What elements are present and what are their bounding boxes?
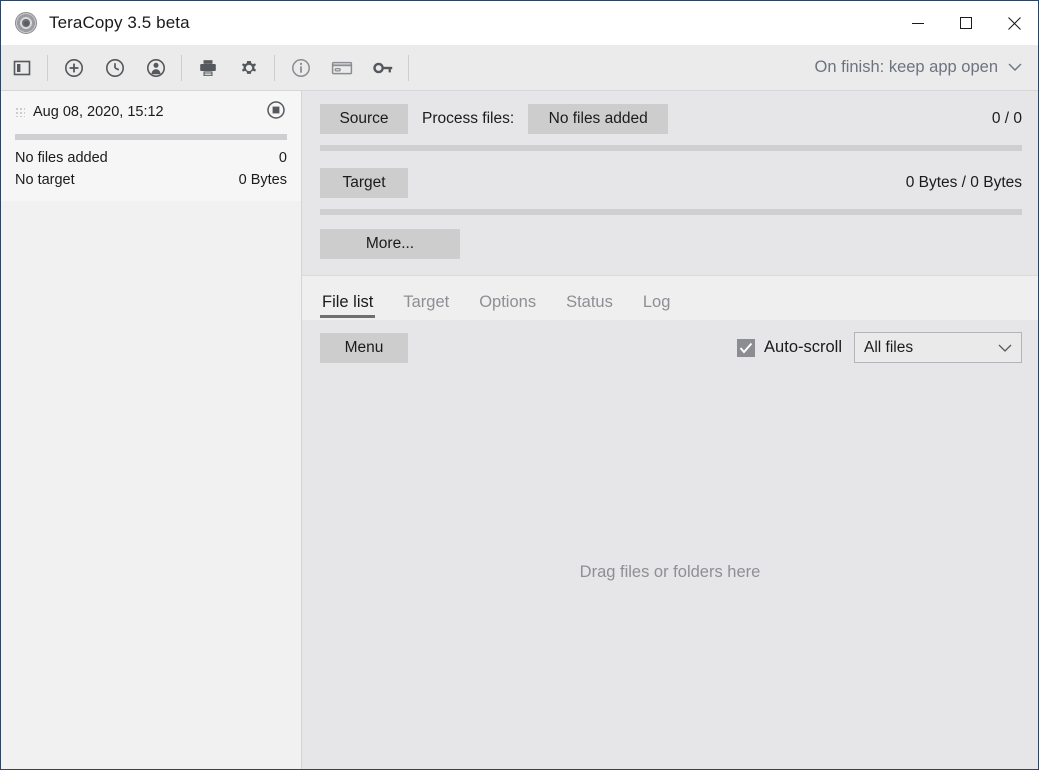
stop-icon [266,100,286,125]
source-button[interactable]: Source [320,104,408,134]
job-progress-bar [15,134,287,140]
target-row: Target 0 Bytes / 0 Bytes [320,167,1022,199]
key-icon [371,57,395,79]
job-target-label: No target [15,172,75,188]
source-progress-bar [320,145,1022,151]
tab-bar: File list Target Options Status Log [302,275,1038,320]
title-bar-left: TeraCopy 3.5 beta [1,12,190,34]
drop-area[interactable]: Drag files or folders here [302,375,1038,769]
key-button[interactable] [362,45,403,90]
file-list-toolbar: Menu Auto-scroll All files [302,320,1038,375]
file-filter-select[interactable]: All files [854,332,1022,363]
close-button[interactable] [990,1,1038,45]
tab-status[interactable]: Status [564,293,615,320]
body-split: Aug 08, 2020, 15:12 No files added 0 No … [1,91,1038,769]
add-files-button[interactable] [53,45,94,90]
job-date: Aug 08, 2020, 15:12 [33,104,164,120]
chevron-down-icon [998,343,1012,352]
check-icon [739,342,753,354]
title-bar: TeraCopy 3.5 beta [1,1,1038,45]
user-button[interactable] [135,45,176,90]
toolbar-separator [47,54,48,81]
app-window: TeraCopy 3.5 beta On finish: keep app op… [0,0,1039,770]
toolbar-group-view [1,45,53,90]
tab-options[interactable]: Options [477,293,538,320]
drag-handle-icon[interactable] [15,107,25,117]
window-title: TeraCopy 3.5 beta [49,13,190,32]
job-files-value: 0 [278,150,287,166]
tab-target[interactable]: Target [401,293,451,320]
job-header: Aug 08, 2020, 15:12 [15,100,287,124]
minimize-button[interactable] [894,1,942,45]
sidebar: Aug 08, 2020, 15:12 No files added 0 No … [1,91,302,769]
on-finish-label: On finish: keep app open [814,58,998,76]
add-files-icon [63,57,85,79]
main-panel: Source Process files: No files added 0 /… [302,91,1038,769]
history-button[interactable] [94,45,135,90]
settings-gear-icon [238,57,260,79]
toolbar-separator [408,54,409,81]
autoscroll-label: Auto-scroll [764,338,842,356]
job-target-row: No target 0 Bytes [15,169,287,191]
transfer-header: Source Process files: No files added 0 /… [302,91,1038,215]
toolbar: On finish: keep app open [1,45,1038,91]
file-filter-value: All files [864,338,914,356]
toolbar-group-tools [187,45,280,90]
drop-area-text: Drag files or folders here [579,562,761,581]
source-row: Source Process files: No files added 0 /… [320,103,1022,135]
more-button[interactable]: More... [320,229,460,259]
autoscroll-checkbox[interactable]: Auto-scroll [737,338,842,357]
target-size-value: 0 Bytes / 0 Bytes [905,174,1022,191]
settings-button[interactable] [228,45,269,90]
print-button[interactable] [187,45,228,90]
panel-toggle-icon [12,58,32,78]
user-icon [145,57,167,79]
maximize-button[interactable] [942,1,990,45]
job-list-item[interactable]: Aug 08, 2020, 15:12 No files added 0 No … [1,91,301,201]
disc-icon [15,12,37,34]
toolbar-group-actions [53,45,187,90]
chevron-down-icon [1008,58,1022,77]
menu-button[interactable]: Menu [320,332,408,363]
process-files-label: Process files: [422,110,515,127]
license-card-icon [330,57,354,79]
target-button[interactable]: Target [320,168,408,198]
job-files-row: No files added 0 [15,147,287,169]
files-added-button[interactable]: No files added [528,104,669,134]
on-finish-dropdown[interactable]: On finish: keep app open [815,45,1022,90]
toggle-sidebar-button[interactable] [1,45,42,90]
toolbar-separator [181,54,182,81]
tab-file-list[interactable]: File list [320,293,376,320]
tab-log[interactable]: Log [641,293,673,320]
toolbar-separator [274,54,275,81]
print-icon [197,57,219,79]
more-row: More... [302,215,1038,275]
info-icon [290,57,312,79]
license-button[interactable] [321,45,362,90]
job-target-value: 0 Bytes [238,172,287,188]
file-list-panel: Menu Auto-scroll All files Drag files or… [302,320,1038,769]
stop-button[interactable] [265,100,287,125]
history-icon [104,57,126,79]
checkbox-box[interactable] [737,338,756,357]
toolbar-group-info [280,45,414,90]
window-controls [894,1,1038,45]
about-button[interactable] [280,45,321,90]
file-count-value: 0 / 0 [991,110,1022,127]
job-files-label: No files added [15,150,108,166]
